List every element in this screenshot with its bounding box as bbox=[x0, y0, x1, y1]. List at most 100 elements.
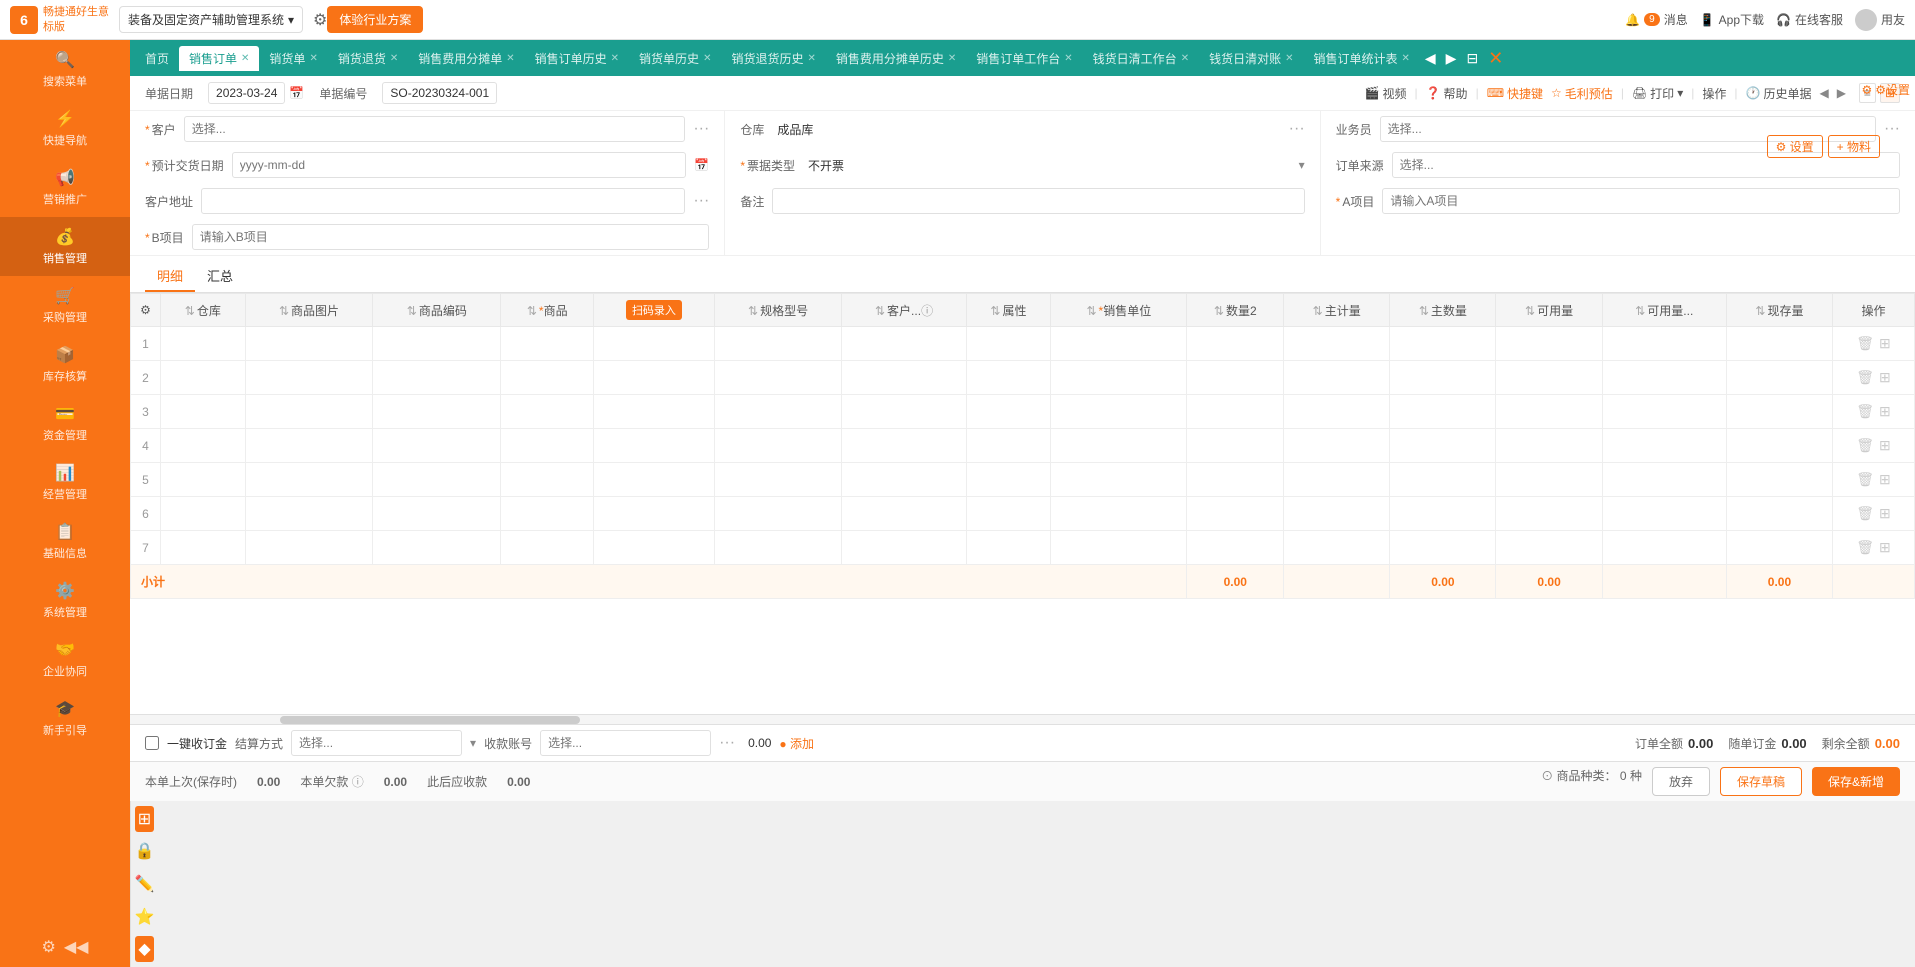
right-panel-icon-1[interactable]: ⊞ bbox=[135, 806, 154, 832]
invoice-dropdown-icon[interactable]: ▾ bbox=[1299, 158, 1305, 172]
row-main-unit-4[interactable] bbox=[1284, 429, 1390, 463]
row-main-qty-5[interactable] bbox=[1390, 463, 1496, 497]
row-available2-4[interactable] bbox=[1602, 429, 1726, 463]
row-delete-icon-7[interactable]: 🗑 bbox=[1856, 539, 1874, 556]
row-spec-6[interactable] bbox=[714, 497, 842, 531]
notification-bell[interactable]: 🔔 9 消息 bbox=[1625, 11, 1688, 28]
row-copy-icon-3[interactable]: ⊞ bbox=[1879, 403, 1891, 420]
row-copy-icon-2[interactable]: ⊞ bbox=[1879, 369, 1891, 386]
row-main-qty-3[interactable] bbox=[1390, 395, 1496, 429]
row-copy-icon-4[interactable]: ⊞ bbox=[1879, 437, 1891, 454]
date-field[interactable]: 2023-03-24 📅 bbox=[208, 82, 304, 104]
row-customer-code-1[interactable] bbox=[842, 327, 966, 361]
save-draft-btn[interactable]: 保存草稿 bbox=[1720, 767, 1802, 796]
row-product-6[interactable] bbox=[501, 497, 594, 531]
row-stock-5[interactable] bbox=[1726, 463, 1832, 497]
row-available-5[interactable] bbox=[1496, 463, 1602, 497]
col-image[interactable]: ⇅商品图片 bbox=[245, 294, 373, 327]
profit-action[interactable]: ☆ 毛利预估 bbox=[1551, 85, 1613, 102]
tab-sales-expense[interactable]: 销售费用分摊单 ✕ bbox=[408, 46, 524, 71]
row-attribute-7[interactable] bbox=[966, 531, 1051, 565]
row-unit-1[interactable] bbox=[1051, 327, 1187, 361]
row-warehouse-6[interactable] bbox=[161, 497, 246, 531]
row-customer-code-5[interactable] bbox=[842, 463, 966, 497]
sidebar-settings-btn[interactable]: ⚙ bbox=[42, 937, 56, 957]
sidebar-item-guide[interactable]: 🎓 新手引导 bbox=[0, 689, 130, 748]
delivery-date-input[interactable] bbox=[232, 152, 687, 178]
row-delete-icon-1[interactable]: 🗑 bbox=[1856, 335, 1874, 352]
address-more-btn[interactable]: ··· bbox=[693, 192, 709, 210]
sidebar-item-marketing[interactable]: 📢 营销推广 bbox=[0, 158, 130, 217]
tab-daily-reconcile[interactable]: 钱货日清对账 ✕ bbox=[1199, 46, 1303, 71]
table-scrollbar[interactable] bbox=[130, 714, 1915, 724]
sidebar-collapse-btn[interactable]: ◀◀ bbox=[64, 937, 89, 957]
tab-close-sales-invoice[interactable]: ✕ bbox=[309, 53, 317, 64]
tab-home[interactable]: 首页 bbox=[135, 46, 179, 71]
row-code-3[interactable] bbox=[373, 395, 501, 429]
nav-next-icon[interactable]: ▶ bbox=[1837, 86, 1846, 100]
row-available-7[interactable] bbox=[1496, 531, 1602, 565]
row-customer-code-7[interactable] bbox=[842, 531, 966, 565]
sidebar-item-purchase[interactable]: 🛒 采购管理 bbox=[0, 276, 130, 335]
notes-input[interactable] bbox=[772, 188, 1304, 214]
scan-btn[interactable]: 扫码录入 bbox=[626, 300, 682, 320]
row-customer-code-2[interactable] bbox=[842, 361, 966, 395]
calendar-icon[interactable]: 📅 bbox=[289, 86, 304, 100]
col-product[interactable]: ⇅*商品 bbox=[501, 294, 594, 327]
payment-method-input[interactable] bbox=[291, 730, 462, 756]
right-panel-icon-2[interactable]: 🔒 bbox=[131, 837, 159, 865]
system-selector[interactable]: 装备及固定资产辅助管理系统 ▾ bbox=[119, 6, 303, 33]
industry-btn[interactable]: 体验行业方案 bbox=[327, 6, 423, 33]
row-stock-1[interactable] bbox=[1726, 327, 1832, 361]
sidebar-item-operations[interactable]: 📊 经营管理 bbox=[0, 453, 130, 512]
row-main-unit-7[interactable] bbox=[1284, 531, 1390, 565]
row-main-qty-2[interactable] bbox=[1390, 361, 1496, 395]
tab-more-btn[interactable]: ⊟ bbox=[1461, 48, 1483, 69]
row-available-1[interactable] bbox=[1496, 327, 1602, 361]
bank-account-input[interactable] bbox=[540, 730, 711, 756]
user-menu[interactable]: 用友 bbox=[1855, 9, 1905, 31]
row-main-qty-7[interactable] bbox=[1390, 531, 1496, 565]
address-input[interactable] bbox=[201, 188, 685, 214]
help-action[interactable]: ❓ 帮助 bbox=[1426, 85, 1468, 102]
row-code-5[interactable] bbox=[373, 463, 501, 497]
tab-close-daily-workbench[interactable]: ✕ bbox=[1181, 53, 1189, 64]
tab-detail[interactable]: 明细 bbox=[145, 261, 195, 292]
row-delete-icon-6[interactable]: 🗑 bbox=[1856, 505, 1874, 522]
row-copy-icon-1[interactable]: ⊞ bbox=[1879, 335, 1891, 352]
row-image-4[interactable] bbox=[245, 429, 373, 463]
tab-sales-invoice[interactable]: 销货单 ✕ bbox=[259, 46, 327, 71]
row-stock-6[interactable] bbox=[1726, 497, 1832, 531]
row-main-unit-3[interactable] bbox=[1284, 395, 1390, 429]
row-attribute-5[interactable] bbox=[966, 463, 1051, 497]
col-customer-code[interactable]: ⇅客户...ⓘ bbox=[842, 294, 966, 327]
row-stock-4[interactable] bbox=[1726, 429, 1832, 463]
row-image-3[interactable] bbox=[245, 395, 373, 429]
tab-invoice-history[interactable]: 销货单历史 ✕ bbox=[629, 46, 721, 71]
tab-sales-order-history[interactable]: 销售订单历史 ✕ bbox=[525, 46, 629, 71]
row-code-4[interactable] bbox=[373, 429, 501, 463]
sidebar-item-search[interactable]: 🔍 搜索菜单 bbox=[0, 40, 130, 99]
row-attribute-1[interactable] bbox=[966, 327, 1051, 361]
row-available-2[interactable] bbox=[1496, 361, 1602, 395]
bank-more-btn[interactable]: ··· bbox=[719, 734, 735, 752]
tab-close-order-workbench[interactable]: ✕ bbox=[1064, 53, 1072, 64]
sidebar-item-quick-nav[interactable]: ⚡ 快捷导航 bbox=[0, 99, 130, 158]
row-main-unit-5[interactable] bbox=[1284, 463, 1390, 497]
row-available2-6[interactable] bbox=[1602, 497, 1726, 531]
tab-return-history[interactable]: 销货退货历史 ✕ bbox=[721, 46, 825, 71]
row-image-5[interactable] bbox=[245, 463, 373, 497]
row-spec-7[interactable] bbox=[714, 531, 842, 565]
row-available2-3[interactable] bbox=[1602, 395, 1726, 429]
app-download[interactable]: 📱 App下载 bbox=[1700, 11, 1764, 28]
col-code[interactable]: ⇅商品编码 bbox=[373, 294, 501, 327]
online-service[interactable]: 🎧 在线客服 bbox=[1776, 11, 1843, 28]
row-attribute-4[interactable] bbox=[966, 429, 1051, 463]
row-delete-icon-5[interactable]: 🗑 bbox=[1856, 471, 1874, 488]
row-stock-3[interactable] bbox=[1726, 395, 1832, 429]
one-key-checkbox[interactable] bbox=[145, 736, 159, 750]
shortcut-action[interactable]: ⌨ 快捷键 bbox=[1487, 85, 1543, 102]
row-unit-3[interactable] bbox=[1051, 395, 1187, 429]
row-qty2-2[interactable] bbox=[1187, 361, 1284, 395]
row-unit-5[interactable] bbox=[1051, 463, 1187, 497]
